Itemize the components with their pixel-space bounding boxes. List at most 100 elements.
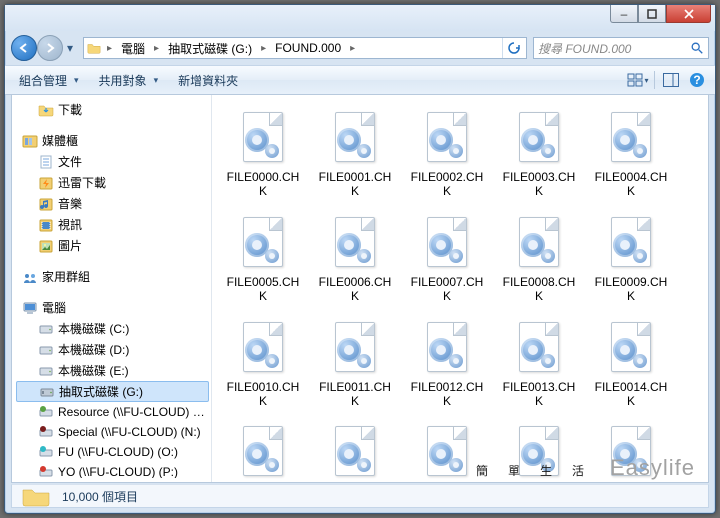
tree-item-label: 電腦	[42, 299, 66, 316]
file-item[interactable]: FILE0010.CHK	[220, 315, 306, 414]
tree-item[interactable]: 電腦	[16, 297, 211, 318]
tree-item[interactable]: 本機磁碟 (D:)	[16, 339, 211, 360]
file-item[interactable]: FILE0005.CHK	[220, 210, 306, 309]
history-dropdown[interactable]: ▾	[63, 38, 77, 58]
tree-item-label: 圖片	[58, 237, 82, 254]
minimize-button[interactable]: –	[610, 5, 638, 23]
file-item[interactable]: FILE0011.CHK	[312, 315, 398, 414]
file-item[interactable]: FILE0015.CHK	[220, 419, 306, 482]
chk-file-icon	[235, 320, 291, 376]
chevron-right-icon[interactable]: ▸	[151, 43, 162, 54]
close-button[interactable]	[666, 5, 711, 23]
tree-item[interactable]: Special (\\FU-CLOUD) (N:)	[16, 422, 211, 442]
status-count: 10,000 個項目	[62, 488, 138, 505]
file-item[interactable]: FILE0017.CHK	[404, 419, 490, 482]
toolbar-separator	[654, 71, 655, 89]
preview-pane-button[interactable]	[659, 69, 683, 91]
file-label: FILE0013.CHK	[501, 380, 577, 409]
tree-item[interactable]: 本機磁碟 (E:)	[16, 360, 211, 381]
chk-file-icon	[327, 320, 383, 376]
breadcrumb-drive[interactable]: 抽取式磁碟 (G:)	[164, 38, 256, 59]
chevron-right-icon[interactable]: ▸	[104, 43, 115, 54]
file-label: FILE0007.CHK	[409, 275, 485, 304]
new-folder-label: 新增資料夾	[178, 72, 238, 89]
file-label: FILE0014.CHK	[593, 380, 669, 409]
chk-file-icon	[419, 215, 475, 271]
new-folder-button[interactable]: 新增資料夾	[170, 69, 246, 92]
tree-item-label: 下載	[58, 101, 82, 118]
view-options-button[interactable]: ▾	[626, 69, 650, 91]
help-button[interactable]: ?	[685, 69, 709, 91]
folder-large-icon	[20, 486, 52, 506]
file-label: FILE0000.CHK	[225, 170, 301, 199]
file-item[interactable]: FILE0006.CHK	[312, 210, 398, 309]
file-item[interactable]: FILE0013.CHK	[496, 315, 582, 414]
nav-buttons: ▾	[11, 35, 77, 61]
tree-item[interactable]: 音樂	[16, 193, 211, 214]
tree-item[interactable]: 下載	[16, 99, 211, 120]
refresh-button[interactable]	[502, 38, 524, 58]
chk-file-icon	[603, 110, 659, 166]
file-item[interactable]: FILE0012.CHK	[404, 315, 490, 414]
status-bar: 10,000 個項目	[11, 484, 709, 508]
chk-file-icon	[603, 424, 659, 480]
chk-file-icon	[511, 110, 567, 166]
organize-button[interactable]: 組合管理	[11, 69, 87, 92]
organize-label: 組合管理	[19, 72, 67, 89]
file-item[interactable]: FILE0004.CHK	[588, 105, 674, 204]
tree-item[interactable]: 抽取式磁碟 (G:)	[16, 381, 209, 402]
tree-item[interactable]: 家用群組	[16, 266, 211, 287]
file-item[interactable]: FILE0007.CHK	[404, 210, 490, 309]
file-item[interactable]: FILE0008.CHK	[496, 210, 582, 309]
tree-item[interactable]: YO (\\FU-CLOUD) (P:)	[16, 462, 211, 478]
explorer-window: – ▾ ▸ 電腦 ▸ 抽取式磁碟 (G:)	[4, 4, 716, 514]
share-label: 共用對象	[99, 72, 147, 89]
chk-file-icon	[511, 215, 567, 271]
chk-file-icon	[327, 215, 383, 271]
file-item[interactable]: FILE0009.CHK	[588, 210, 674, 309]
file-item[interactable]: FILE0016.CHK	[312, 419, 398, 482]
navigation-tree[interactable]: 下載媒體櫃文件迅雷下載音樂視訊圖片家用群組電腦本機磁碟 (C:)本機磁碟 (D:…	[12, 95, 212, 482]
svg-text:?: ?	[693, 73, 700, 87]
tree-item[interactable]: 迅雷下載	[16, 172, 211, 193]
share-button[interactable]: 共用對象	[91, 69, 167, 92]
file-list[interactable]: FILE0000.CHK FILE0001.CHK FILE0002.CHK F…	[212, 95, 708, 482]
file-label: FILE0001.CHK	[317, 170, 393, 199]
breadcrumb-folder[interactable]: FOUND.000	[271, 39, 345, 57]
chk-file-icon	[235, 110, 291, 166]
breadcrumb[interactable]: ▸ 電腦 ▸ 抽取式磁碟 (G:) ▸ FOUND.000 ▸	[83, 37, 527, 59]
back-button[interactable]	[11, 35, 37, 61]
chk-file-icon	[419, 110, 475, 166]
search-input[interactable]: 搜尋 FOUND.000	[533, 37, 709, 59]
chevron-right-icon[interactable]: ▸	[258, 43, 269, 54]
tree-item[interactable]: 媒體櫃	[16, 130, 211, 151]
file-item[interactable]: FILE0019.CHK	[588, 419, 674, 482]
chk-file-icon	[235, 424, 291, 480]
navigation-bar: ▾ ▸ 電腦 ▸ 抽取式磁碟 (G:) ▸ FOUND.000 ▸ 搜尋 FOU…	[5, 31, 715, 65]
tree-item[interactable]: Resource (\\FU-CLOUD) (M:)	[16, 402, 211, 422]
file-item[interactable]: FILE0018.CHK	[496, 419, 582, 482]
file-label: FILE0003.CHK	[501, 170, 577, 199]
forward-button[interactable]	[37, 35, 63, 61]
tree-item[interactable]: 視訊	[16, 214, 211, 235]
toolbar: 組合管理 共用對象 新增資料夾 ▾ ?	[5, 65, 715, 95]
file-item[interactable]: FILE0014.CHK	[588, 315, 674, 414]
file-item[interactable]: FILE0002.CHK	[404, 105, 490, 204]
breadcrumb-computer[interactable]: 電腦	[117, 38, 149, 59]
tree-item-label: 迅雷下載	[58, 174, 106, 191]
tree-item[interactable]: FU (\\FU-CLOUD) (O:)	[16, 442, 211, 462]
file-item[interactable]: FILE0001.CHK	[312, 105, 398, 204]
tree-item[interactable]: 圖片	[16, 235, 211, 256]
tree-item[interactable]: 本機磁碟 (C:)	[16, 318, 211, 339]
tree-item[interactable]: 文件	[16, 151, 211, 172]
file-item[interactable]: FILE0000.CHK	[220, 105, 306, 204]
view-options-icon	[627, 73, 643, 87]
search-icon	[690, 41, 704, 55]
folder-icon	[86, 40, 102, 56]
search-placeholder: 搜尋 FOUND.000	[538, 40, 690, 57]
maximize-button[interactable]	[638, 5, 666, 23]
chevron-right-icon[interactable]: ▸	[347, 43, 358, 54]
chk-file-icon	[235, 215, 291, 271]
file-item[interactable]: FILE0003.CHK	[496, 105, 582, 204]
help-icon: ?	[689, 72, 705, 88]
